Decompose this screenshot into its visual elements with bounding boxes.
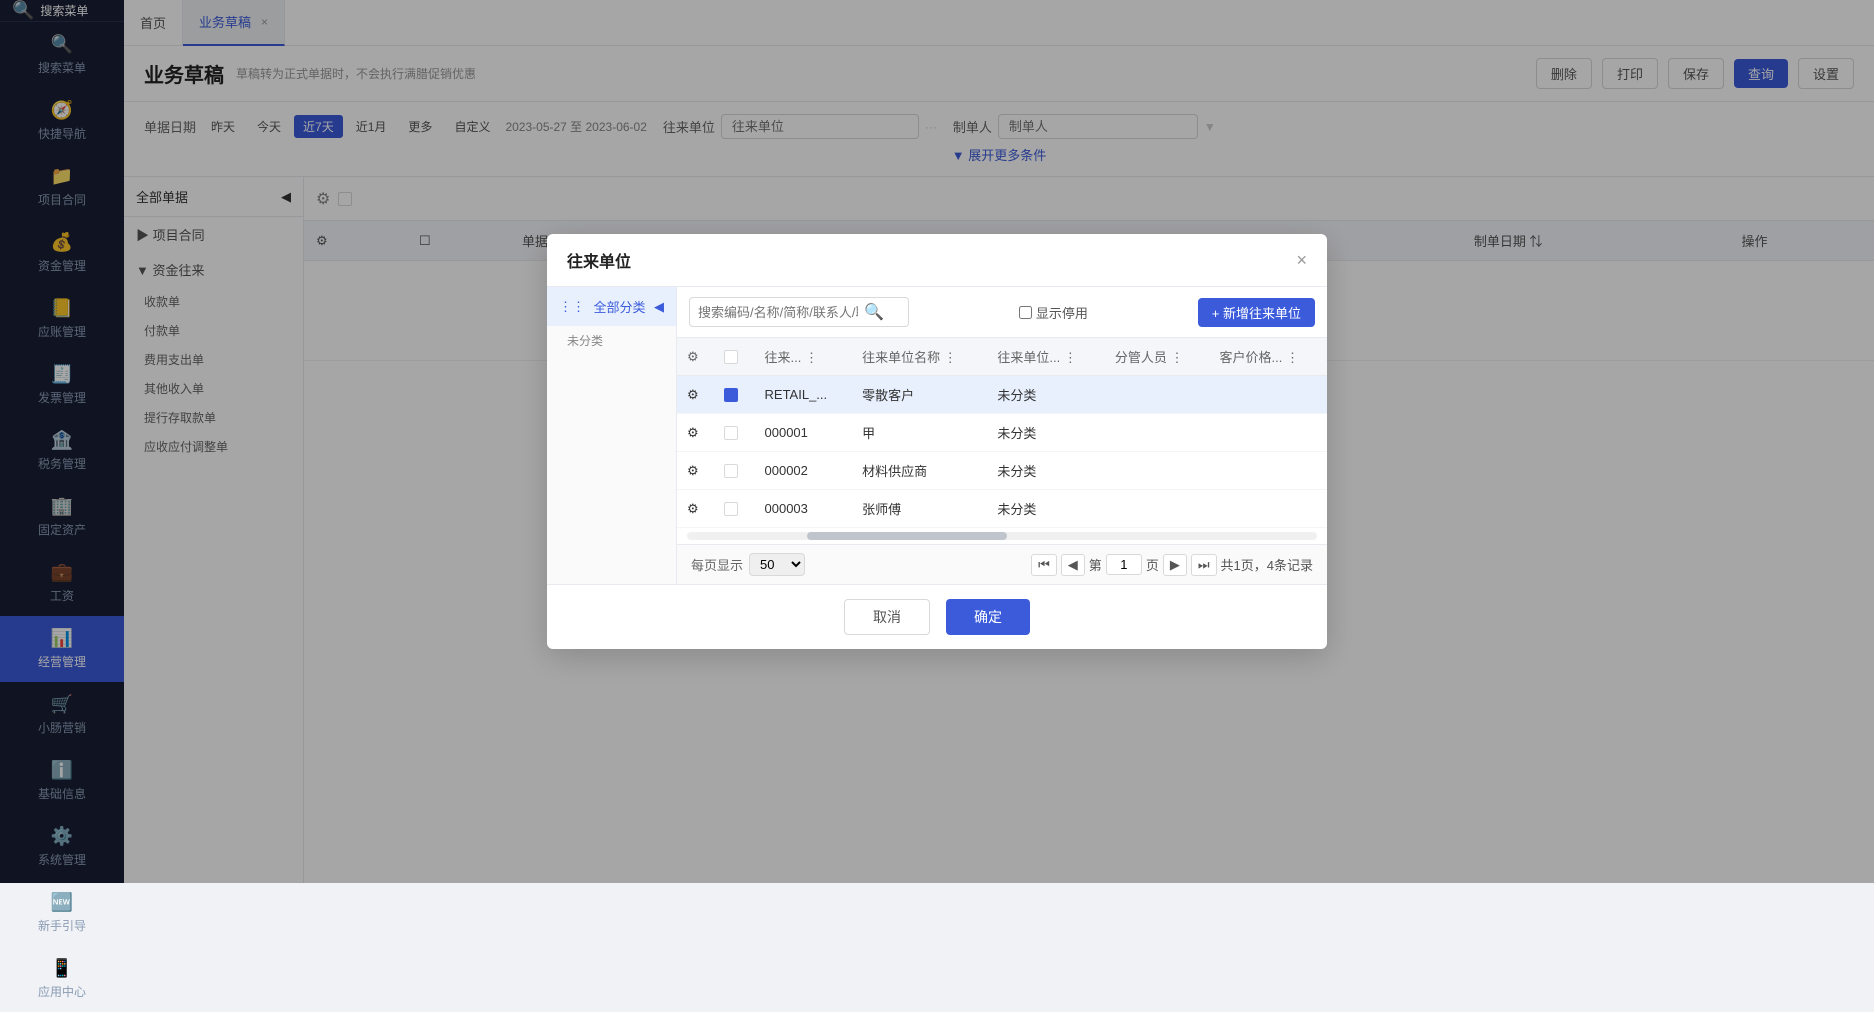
row-code: 000001 bbox=[755, 414, 853, 452]
horizontal-scrollbar[interactable] bbox=[687, 532, 1317, 540]
dialog-actions: 取消 确定 bbox=[547, 584, 1327, 649]
row-settings: ⚙ bbox=[677, 452, 714, 490]
modal-overlay: 往来单位 × ⋮⋮ 全部分类 ◀ 未分类 bbox=[0, 0, 1874, 883]
row-settings: ⚙ bbox=[677, 414, 714, 452]
unclassified-label: 未分类 bbox=[567, 334, 603, 348]
dialog-footer-bar: 每页显示 50 100 200 ⏮ ◀ 第 页 ▶ bbox=[677, 544, 1327, 584]
per-page-section: 每页显示 50 100 200 bbox=[691, 553, 805, 576]
newbie-label: 新手引导 bbox=[38, 917, 86, 934]
row-price bbox=[1210, 376, 1328, 414]
row-category: 未分类 bbox=[987, 452, 1104, 490]
dcol-settings: ⚙ bbox=[677, 338, 714, 376]
row-settings: ⚙ bbox=[677, 490, 714, 528]
row-name: 甲 bbox=[852, 414, 987, 452]
show-disabled-checkbox[interactable] bbox=[1019, 306, 1032, 319]
show-disabled-label: 显示停用 bbox=[1036, 303, 1088, 322]
apps-label: 应用中心 bbox=[38, 983, 86, 1000]
collapse-arrow: ◀ bbox=[654, 299, 664, 315]
search-box: 🔍 bbox=[689, 297, 909, 327]
table-row[interactable]: ⚙ 000001 甲 未分类 bbox=[677, 414, 1327, 452]
row-code: 000003 bbox=[755, 490, 853, 528]
dcol-all-checkbox[interactable] bbox=[724, 350, 738, 364]
row-category: 未分类 bbox=[987, 414, 1104, 452]
settings-icon[interactable]: ⚙ bbox=[687, 463, 699, 478]
row-price bbox=[1210, 452, 1328, 490]
add-partner-button[interactable]: + 新增往来单位 bbox=[1198, 298, 1315, 327]
row-checkbox[interactable] bbox=[714, 452, 754, 490]
row-price bbox=[1210, 414, 1328, 452]
search-input[interactable] bbox=[698, 305, 858, 320]
row-check-3[interactable] bbox=[724, 464, 738, 478]
settings-icon[interactable]: ⚙ bbox=[687, 387, 699, 402]
row-check-4[interactable] bbox=[724, 502, 738, 516]
dialog-sidebar: ⋮⋮ 全部分类 ◀ 未分类 bbox=[547, 287, 677, 584]
page-input[interactable] bbox=[1106, 554, 1142, 575]
confirm-button[interactable]: 确定 bbox=[946, 599, 1030, 635]
row-checkbox[interactable] bbox=[714, 490, 754, 528]
row-check-1[interactable] bbox=[724, 388, 738, 402]
row-checkbox[interactable] bbox=[714, 376, 754, 414]
table-row[interactable]: ⚙ 000002 材料供应商 未分类 bbox=[677, 452, 1327, 490]
dialog-body: ⋮⋮ 全部分类 ◀ 未分类 🔍 显示 bbox=[547, 287, 1327, 584]
row-checkbox[interactable] bbox=[714, 414, 754, 452]
show-disabled-toggle[interactable]: 显示停用 bbox=[1019, 303, 1088, 322]
page-nav: ⏮ ◀ 第 页 ▶ ⏭ 共1页，4条记录 bbox=[1031, 554, 1313, 576]
table-row[interactable]: ⚙ 000003 张师傅 未分类 bbox=[677, 490, 1327, 528]
scrollbar-thumb[interactable] bbox=[807, 532, 1007, 540]
row-name: 材料供应商 bbox=[852, 452, 987, 490]
dcol-manager: 分管人员 ⋮ bbox=[1105, 338, 1210, 376]
table-row[interactable]: ⚙ RETAIL_... 零散客户 未分类 bbox=[677, 376, 1327, 414]
dialog-close-button[interactable]: × bbox=[1296, 250, 1307, 271]
all-category-label: 全部分类 bbox=[593, 297, 645, 316]
row-manager bbox=[1105, 376, 1210, 414]
dcol-name: 往来单位名称 ⋮ bbox=[852, 338, 987, 376]
row-name: 张师傅 bbox=[852, 490, 987, 528]
partner-dialog: 往来单位 × ⋮⋮ 全部分类 ◀ 未分类 bbox=[547, 234, 1327, 649]
dcol-checkbox bbox=[714, 338, 754, 376]
dcol-category: 往来单位... ⋮ bbox=[987, 338, 1104, 376]
last-page-btn[interactable]: ⏭ bbox=[1191, 554, 1217, 576]
dialog-toolbar: 🔍 显示停用 + 新增往来单位 bbox=[677, 287, 1327, 338]
prev-page-btn[interactable]: ◀ bbox=[1061, 554, 1085, 576]
search-icon: 🔍 bbox=[864, 302, 884, 322]
per-page-select[interactable]: 50 100 200 bbox=[749, 553, 805, 576]
per-page-label: 每页显示 bbox=[691, 555, 743, 574]
next-page-btn[interactable]: ▶ bbox=[1163, 554, 1187, 576]
cancel-button[interactable]: 取消 bbox=[844, 599, 930, 635]
sidebar-item-newbie[interactable]: 🆕 新手引导 bbox=[0, 880, 124, 946]
row-price bbox=[1210, 490, 1328, 528]
dcol-code: 往来... ⋮ bbox=[755, 338, 853, 376]
row-settings: ⚙ bbox=[677, 376, 714, 414]
apps-icon: 📱 bbox=[51, 958, 73, 979]
dialog-header: 往来单位 × bbox=[547, 234, 1327, 287]
page-suffix: 页 bbox=[1146, 555, 1159, 574]
dialog-title: 往来单位 bbox=[567, 248, 631, 272]
row-code: RETAIL_... bbox=[755, 376, 853, 414]
total-info: 共1页，4条记录 bbox=[1221, 555, 1313, 574]
dialog-table-wrap: ⚙ 往来... ⋮ 往来单位名称 ⋮ 往来单位... ⋮ 分管人员 ⋮ 客户价格… bbox=[677, 338, 1327, 528]
dialog-main: 🔍 显示停用 + 新增往来单位 ⚙ bbox=[677, 287, 1327, 584]
all-category-icon: ⋮⋮ bbox=[559, 299, 585, 315]
row-category: 未分类 bbox=[987, 376, 1104, 414]
row-check-2[interactable] bbox=[724, 426, 738, 440]
dialog-sidebar-unclassified[interactable]: 未分类 bbox=[547, 326, 676, 355]
row-code: 000002 bbox=[755, 452, 853, 490]
row-manager bbox=[1105, 414, 1210, 452]
row-manager bbox=[1105, 452, 1210, 490]
newbie-icon: 🆕 bbox=[51, 892, 73, 913]
dialog-sidebar-all[interactable]: ⋮⋮ 全部分类 ◀ bbox=[547, 287, 676, 326]
page-prefix: 第 bbox=[1089, 555, 1102, 574]
row-name: 零散客户 bbox=[852, 376, 987, 414]
sidebar-item-apps[interactable]: 📱 应用中心 bbox=[0, 946, 124, 1012]
first-page-btn[interactable]: ⏮ bbox=[1031, 554, 1057, 576]
row-category: 未分类 bbox=[987, 490, 1104, 528]
settings-icon[interactable]: ⚙ bbox=[687, 501, 699, 516]
row-manager bbox=[1105, 490, 1210, 528]
dialog-table: ⚙ 往来... ⋮ 往来单位名称 ⋮ 往来单位... ⋮ 分管人员 ⋮ 客户价格… bbox=[677, 338, 1327, 528]
dcol-price: 客户价格... ⋮ bbox=[1210, 338, 1328, 376]
settings-icon[interactable]: ⚙ bbox=[687, 425, 699, 440]
